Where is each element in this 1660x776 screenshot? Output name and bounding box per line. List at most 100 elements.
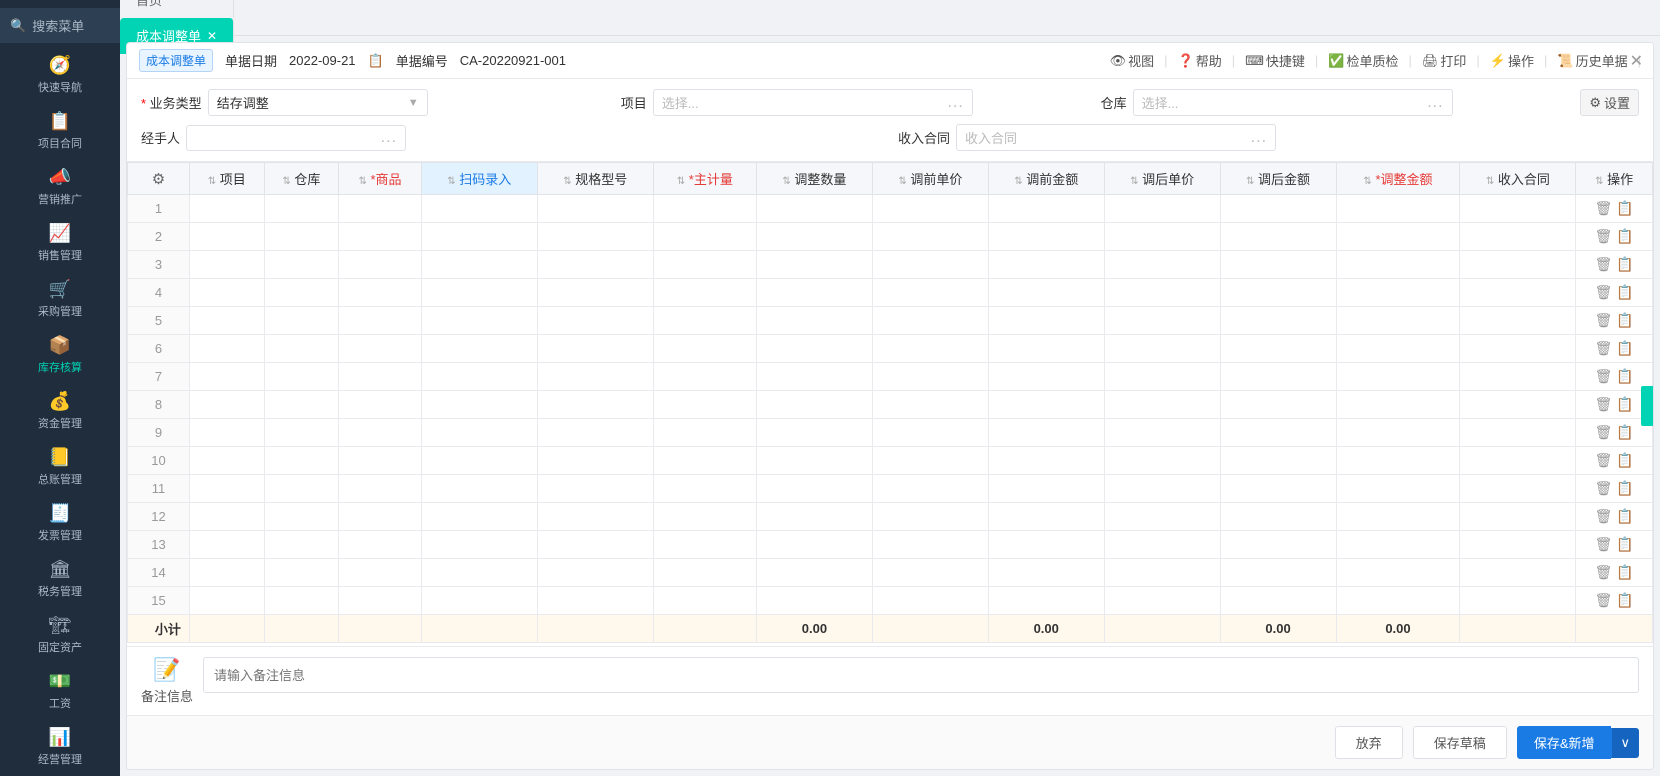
cell-pre_price-12 bbox=[872, 503, 988, 531]
settings-button[interactable]: ⚙ 设置 bbox=[1580, 89, 1639, 116]
copy-icon-14[interactable]: 📋 bbox=[1616, 564, 1633, 581]
header-action-help[interactable]: ❓帮助 bbox=[1178, 51, 1222, 70]
copy-icon-7[interactable]: 📋 bbox=[1616, 368, 1633, 385]
copy-icon-15[interactable]: 📋 bbox=[1616, 592, 1633, 609]
header-action-check[interactable]: ✅检单质检 bbox=[1328, 51, 1398, 70]
biz-type-input[interactable]: 结存调整 ▼ bbox=[208, 89, 428, 116]
cell-pre_price-2 bbox=[872, 223, 988, 251]
cell-scan-14 bbox=[421, 559, 537, 587]
cell-project-12 bbox=[189, 503, 264, 531]
cell-settings-10: 10 bbox=[128, 447, 190, 475]
cell-adj_qty-1 bbox=[756, 195, 872, 223]
subtotal-cell-adj_amount: 0.00 bbox=[1336, 615, 1460, 643]
delete-icon-5[interactable]: 🗑 bbox=[1595, 312, 1613, 329]
notes-input[interactable] bbox=[203, 657, 1639, 693]
cell-pre_amount-11 bbox=[988, 475, 1104, 503]
cell-spec-10 bbox=[537, 447, 653, 475]
sidebar-item-purchase[interactable]: 🛒采购管理 bbox=[34, 271, 86, 327]
sidebar-item-finance[interactable]: 💰资金管理 bbox=[34, 383, 86, 439]
sidebar-item-salary[interactable]: 💵工资 bbox=[34, 663, 86, 719]
delete-icon-1[interactable]: 🗑 bbox=[1595, 200, 1613, 217]
settings-col-icon[interactable]: ⚙ bbox=[152, 171, 165, 188]
col-header-settings[interactable]: ⚙ bbox=[128, 163, 190, 195]
sidebar-item-ledger[interactable]: 📒总账管理 bbox=[34, 439, 86, 495]
copy-icon-6[interactable]: 📋 bbox=[1616, 340, 1633, 357]
sidebar-item-assets[interactable]: 🏗固定资产 bbox=[34, 607, 86, 663]
cell-product-12 bbox=[339, 503, 422, 531]
sidebar-item-inventory[interactable]: 📦库存核算 bbox=[34, 327, 86, 383]
copy-icon-12[interactable]: 📋 bbox=[1616, 508, 1633, 525]
tab-close-cost-adjust[interactable]: ✕ bbox=[207, 29, 217, 43]
discard-button[interactable]: 放弃 bbox=[1335, 726, 1403, 759]
copy-icon-5[interactable]: 📋 bbox=[1616, 312, 1633, 329]
sidebar-item-project-contract[interactable]: 📋项目合同 bbox=[34, 103, 86, 159]
income-contract-input[interactable]: 收入合同 ... bbox=[956, 124, 1276, 151]
copy-icon-3[interactable]: 📋 bbox=[1616, 256, 1633, 273]
delete-icon-2[interactable]: 🗑 bbox=[1595, 228, 1613, 245]
copy-icon-8[interactable]: 📋 bbox=[1616, 396, 1633, 413]
cell-adj_qty-11 bbox=[756, 475, 872, 503]
sidebar-item-invoice[interactable]: 🧾发票管理 bbox=[34, 495, 86, 551]
cell-adj_qty-13 bbox=[756, 531, 872, 559]
copy-icon-4[interactable]: 📋 bbox=[1616, 284, 1633, 301]
table-row: 8🗑📋 bbox=[128, 391, 1653, 419]
sidebar-search[interactable]: 🔍 搜索菜单 bbox=[0, 8, 120, 43]
notes-icon-box[interactable]: 📝 备注信息 bbox=[141, 657, 193, 705]
col-header-post_amount: ⇅ 调后金额 bbox=[1220, 163, 1336, 195]
action-label-history: 历史单据 bbox=[1576, 51, 1628, 70]
doc-close-button[interactable]: ✕ bbox=[1630, 51, 1643, 71]
col-header-pre_price: ⇅ 调前单价 bbox=[872, 163, 988, 195]
project-input[interactable]: 选择... ... bbox=[653, 89, 973, 116]
delete-icon-11[interactable]: 🗑 bbox=[1595, 480, 1613, 497]
copy-icon-13[interactable]: 📋 bbox=[1616, 536, 1633, 553]
cell-settings-15: 15 bbox=[128, 587, 190, 615]
save-draft-button[interactable]: 保存草稿 bbox=[1413, 726, 1507, 759]
delete-icon-6[interactable]: 🗑 bbox=[1595, 340, 1613, 357]
sidebar-item-sales[interactable]: 📈销售管理 bbox=[34, 215, 86, 271]
cell-spec-4 bbox=[537, 279, 653, 307]
header-action-view[interactable]: 👁视图 bbox=[1110, 51, 1155, 70]
copy-icon-10[interactable]: 📋 bbox=[1616, 452, 1633, 469]
action-sep: | bbox=[1544, 53, 1547, 68]
col-header-adj_amount: ⇅ *调整金额 bbox=[1336, 163, 1460, 195]
delete-icon-7[interactable]: 🗑 bbox=[1595, 368, 1613, 385]
sidebar-item-marketing[interactable]: 📣营销推广 bbox=[34, 159, 86, 215]
data-table: ⚙⇅ 项目⇅ 仓库⇅ *商品⇅ 扫码录入⇅ 规格型号⇅ *主计量⇅ 调整数量⇅ … bbox=[127, 162, 1653, 643]
cell-pre_price-5 bbox=[872, 307, 988, 335]
right-handle[interactable] bbox=[1641, 386, 1653, 426]
copy-icon-1[interactable]: 📋 bbox=[1616, 200, 1633, 217]
cell-pre_amount-5 bbox=[988, 307, 1104, 335]
cell-settings-5: 5 bbox=[128, 307, 190, 335]
delete-icon-3[interactable]: 🗑 bbox=[1595, 256, 1613, 273]
cell-adj_amount-15 bbox=[1336, 587, 1460, 615]
delete-icon-14[interactable]: 🗑 bbox=[1595, 564, 1613, 581]
cell-warehouse-9 bbox=[264, 419, 339, 447]
sidebar-items: 🧭快速导航📋项目合同📣营销推广📈销售管理🛒采购管理📦库存核算💰资金管理📒总账管理… bbox=[34, 47, 86, 776]
delete-icon-4[interactable]: 🗑 bbox=[1595, 284, 1613, 301]
delete-icon-13[interactable]: 🗑 bbox=[1595, 536, 1613, 553]
sidebar-item-ops[interactable]: 📊经营管理 bbox=[34, 719, 86, 775]
copy-icon-2[interactable]: 📋 bbox=[1616, 228, 1633, 245]
warehouse-input[interactable]: 选择... ... bbox=[1133, 89, 1453, 116]
sidebar-item-quick-nav[interactable]: 🧭快速导航 bbox=[34, 47, 86, 103]
header-action-print[interactable]: 🖨打印 bbox=[1422, 51, 1467, 70]
tab-home[interactable]: 首页 bbox=[120, 0, 234, 18]
copy-icon-9[interactable]: 📋 bbox=[1616, 424, 1633, 441]
delete-icon-8[interactable]: 🗑 bbox=[1595, 396, 1613, 413]
action-label-help: 帮助 bbox=[1196, 51, 1222, 70]
delete-icon-10[interactable]: 🗑 bbox=[1595, 452, 1613, 469]
header-action-action[interactable]: ⚡操作 bbox=[1490, 51, 1534, 70]
doc-date-value: 2022-09-21 bbox=[289, 53, 356, 68]
agent-input[interactable]: ... bbox=[186, 125, 406, 151]
delete-icon-15[interactable]: 🗑 bbox=[1595, 592, 1613, 609]
delete-icon-9[interactable]: 🗑 bbox=[1595, 424, 1613, 441]
header-action-history[interactable]: 📜历史单据 bbox=[1557, 51, 1627, 70]
copy-icon-11[interactable]: 📋 bbox=[1616, 480, 1633, 497]
cell-adj_qty-14 bbox=[756, 559, 872, 587]
sidebar-item-tax[interactable]: 🏛税务管理 bbox=[34, 551, 86, 607]
save-new-button[interactable]: 保存&新增 bbox=[1517, 726, 1612, 759]
save-new-arrow-button[interactable]: ∨ bbox=[1611, 728, 1639, 758]
cell-income_contract-6 bbox=[1460, 335, 1576, 363]
delete-icon-12[interactable]: 🗑 bbox=[1595, 508, 1613, 525]
header-action-shortcut[interactable]: ⌨快捷键 bbox=[1245, 51, 1305, 70]
